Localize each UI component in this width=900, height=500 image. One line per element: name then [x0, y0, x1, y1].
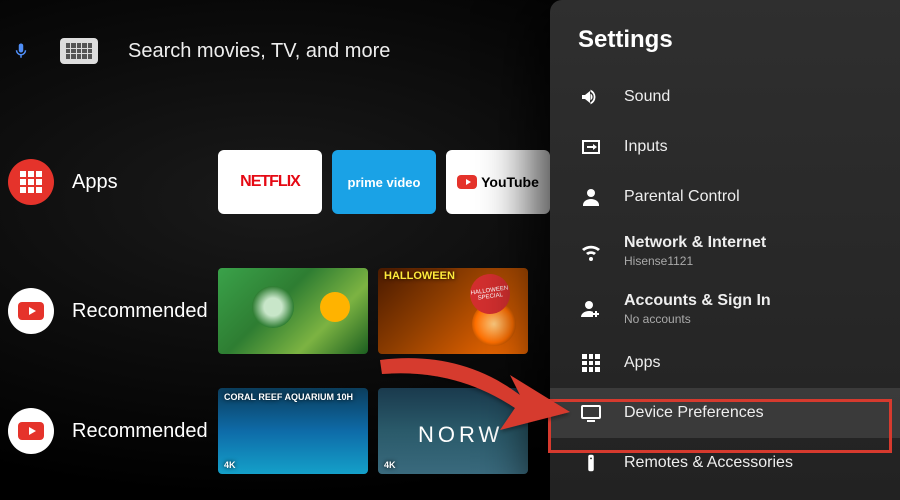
add-user-icon	[578, 296, 604, 322]
thumb-overlay-text: CORAL REEF AQUARIUM 10H	[224, 392, 353, 402]
settings-item-sublabel: Hisense1121	[624, 254, 766, 268]
settings-item-inputs[interactable]: Inputs	[550, 122, 900, 172]
app-tile-youtube-label: YouTube	[481, 174, 539, 190]
search-placeholder[interactable]: Search movies, TV, and more	[128, 40, 390, 63]
youtube-icon	[457, 175, 477, 189]
settings-item-label: Parental Control	[624, 188, 740, 206]
youtube-source-icon[interactable]	[8, 408, 54, 454]
row-recommended-2: Recommended CORAL REEF AQUARIUM 10H 4K 4…	[0, 388, 528, 474]
video-thumb[interactable]: CORAL REEF AQUARIUM 10H 4K	[218, 388, 368, 474]
settings-item-remotes[interactable]: Remotes & Accessories	[550, 438, 900, 488]
remote-icon	[578, 450, 604, 476]
inputs-icon	[578, 134, 604, 160]
row-recommended-1: Recommended HALLOWEEN HALLOWEEN SPECIAL	[0, 268, 528, 354]
settings-item-label: Remotes & Accessories	[624, 454, 793, 472]
sound-icon	[578, 84, 604, 110]
apps-grid-icon	[578, 350, 604, 376]
app-tile-youtube[interactable]: YouTube	[446, 150, 550, 214]
settings-item-label: Apps	[624, 354, 660, 372]
thumb-overlay-text: HALLOWEEN SPECIAL	[467, 271, 512, 316]
settings-item-label: Accounts & Sign In	[624, 292, 771, 309]
settings-item-sound[interactable]: Sound	[550, 72, 900, 122]
apps-row-icon[interactable]	[8, 159, 54, 205]
app-tile-netflix[interactable]: NETFLIX	[218, 150, 322, 214]
settings-item-label: Inputs	[624, 138, 668, 156]
app-tile-prime[interactable]: prime video	[332, 150, 436, 214]
settings-panel: Settings Sound Inputs Parental Control N…	[550, 0, 900, 500]
video-thumb[interactable]	[218, 268, 368, 354]
wifi-icon	[578, 238, 604, 264]
youtube-source-icon[interactable]	[8, 288, 54, 334]
thumb-overlay-text: HALLOWEEN	[384, 270, 455, 282]
android-tv-home-with-settings: Search movies, TV, and more Apps NETFLIX…	[0, 0, 900, 500]
keyboard-icon[interactable]	[60, 38, 98, 64]
settings-item-network[interactable]: Network & Internet Hisense1121	[550, 222, 900, 280]
settings-item-label: Device Preferences	[624, 404, 764, 422]
top-search-bar: Search movies, TV, and more	[12, 38, 390, 64]
thumb-overlay-text: 4K	[384, 460, 396, 470]
settings-item-sublabel: No accounts	[624, 312, 771, 326]
row-label-apps: Apps	[72, 171, 118, 194]
row-label-recommended-1: Recommended	[72, 300, 208, 323]
settings-item-label: Network & Internet	[624, 234, 766, 251]
user-icon	[578, 184, 604, 210]
thumb-overlay-text: 4K	[224, 460, 236, 470]
settings-item-label: Sound	[624, 88, 670, 106]
settings-item-device-preferences[interactable]: Device Preferences	[550, 388, 900, 438]
settings-item-accounts[interactable]: Accounts & Sign In No accounts	[550, 280, 900, 338]
apps-tiles: NETFLIX prime video YouTube	[218, 150, 550, 214]
settings-item-apps[interactable]: Apps	[550, 338, 900, 388]
tv-icon	[578, 400, 604, 426]
row-apps: Apps NETFLIX prime video YouTube	[0, 150, 550, 214]
row-label-recommended-2: Recommended	[72, 420, 208, 443]
settings-item-parental-control[interactable]: Parental Control	[550, 172, 900, 222]
video-thumb[interactable]: 4K	[378, 388, 528, 474]
video-thumb[interactable]: HALLOWEEN HALLOWEEN SPECIAL	[378, 268, 528, 354]
settings-title: Settings	[550, 26, 900, 72]
voice-search-icon[interactable]	[12, 42, 30, 60]
